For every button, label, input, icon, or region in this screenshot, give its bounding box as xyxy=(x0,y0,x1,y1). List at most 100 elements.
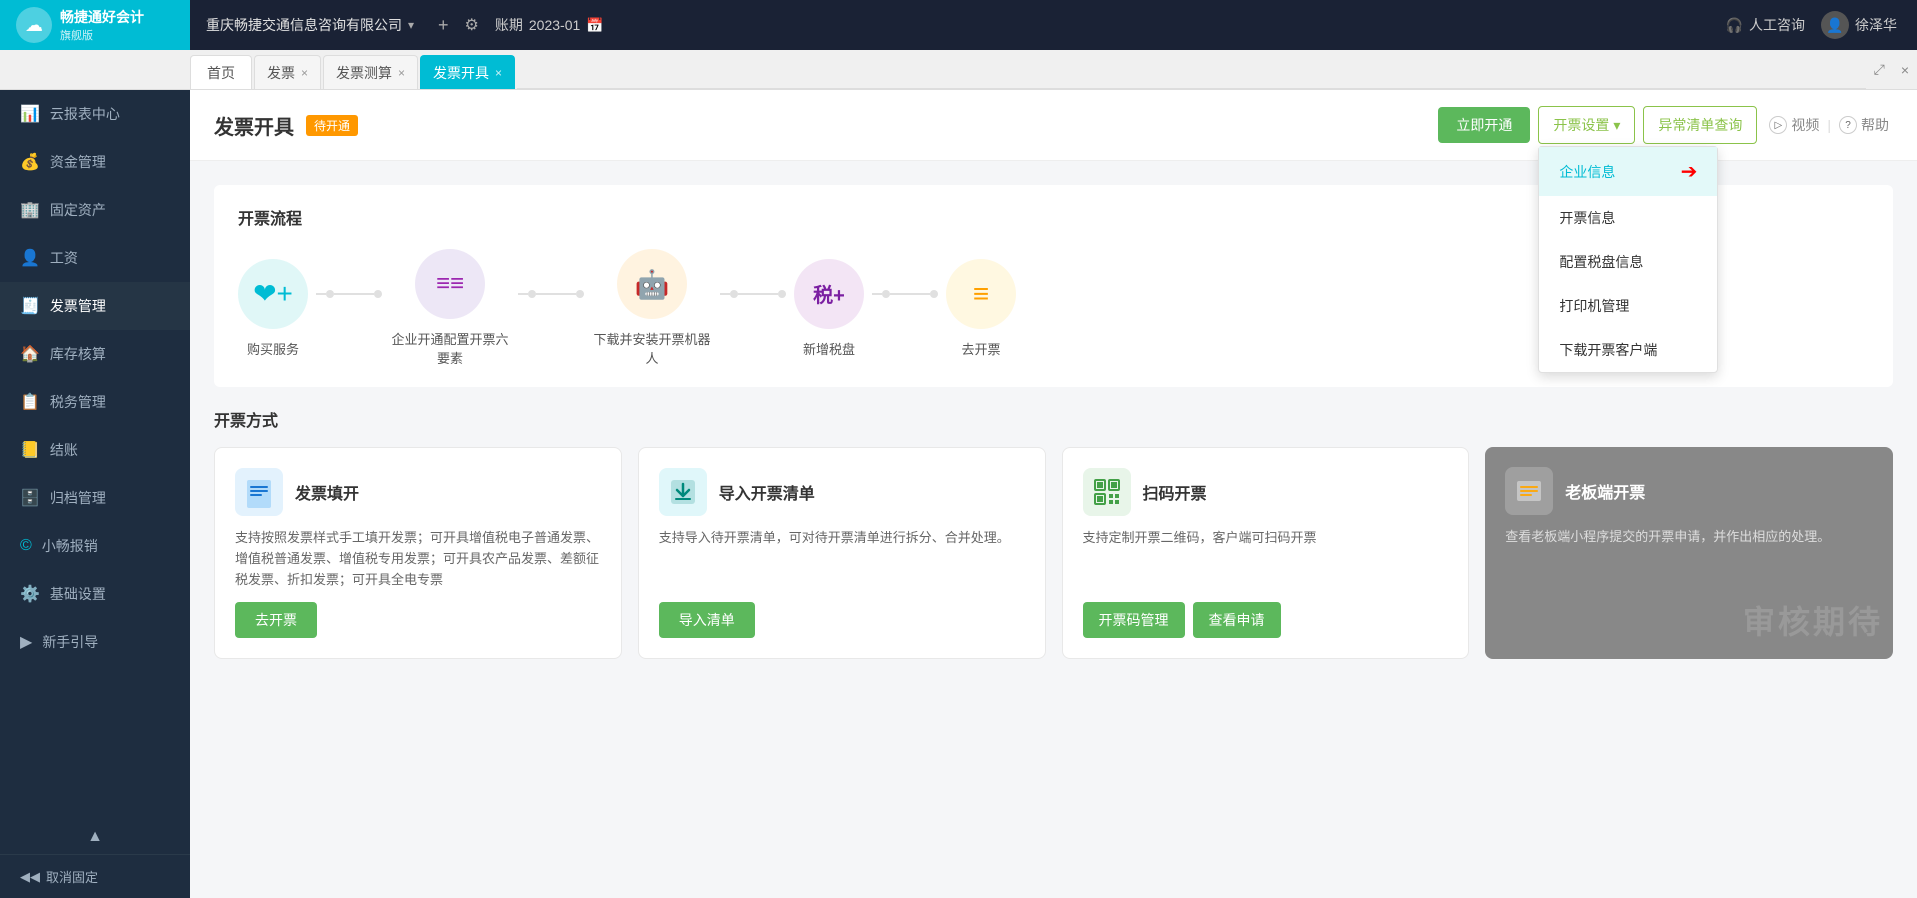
settings-icon[interactable]: ⚙ xyxy=(457,15,487,35)
scan-card-header: 扫码开票 xyxy=(1083,468,1449,516)
tab-invoice[interactable]: 发票 × xyxy=(254,55,321,89)
sidebar-item-shuiwu[interactable]: 📋 税务管理 xyxy=(0,378,190,426)
sidebar-bottom-cancel-fixed[interactable]: ◀◀ 取消固定 xyxy=(0,854,190,898)
tab-close-all-btn[interactable]: × xyxy=(1893,58,1917,82)
sidebar-item-label: 小畅报销 xyxy=(42,536,98,556)
dropdown-item-printer[interactable]: 打印机管理 xyxy=(1539,284,1717,328)
fill-card-header: 发票填开 xyxy=(235,468,601,516)
scan-card-buttons: 开票码管理 查看申请 xyxy=(1083,602,1449,638)
flow-step-3-label: 下载并安装开票机器人 xyxy=(592,329,712,367)
flow-step-4: 税+ 新增税盘 xyxy=(794,259,864,358)
sidebar-item-jichu[interactable]: ⚙️ 基础设置 xyxy=(0,570,190,618)
flow-step-4-label: 新增税盘 xyxy=(803,339,855,358)
sidebar-item-xiaochangbaoxiao[interactable]: © 小畅报销 xyxy=(0,522,190,570)
sidebar-item-zijin[interactable]: 💰 资金管理 xyxy=(0,138,190,186)
tab-calc-close[interactable]: × xyxy=(398,66,405,80)
flow-step-3-icon: 🤖 xyxy=(617,249,687,319)
help-area: ▷ 视频 | ? 帮助 xyxy=(1765,115,1893,135)
settings-button[interactable]: 开票设置 ▾ xyxy=(1538,106,1635,144)
support-btn[interactable]: 🎧 人工咨询 xyxy=(1726,15,1805,35)
sidebar-item-label: 税务管理 xyxy=(50,392,106,412)
import-card-button[interactable]: 导入清单 xyxy=(659,602,755,638)
fill-card-desc: 支持按照发票样式手工填开发票；可开具增值税电子普通发票、增值税普通发票、增值税专… xyxy=(235,528,601,590)
billing-card-scan: 扫码开票 支持定制开票二维码，客户端可扫码开票 开票码管理 查看申请 xyxy=(1062,447,1470,659)
tab-home-label: 首页 xyxy=(207,63,235,83)
import-card-header: 导入开票清单 xyxy=(659,468,1025,516)
period-area: 账期 2023-01 📅 xyxy=(487,15,612,35)
add-company-button[interactable]: + xyxy=(430,15,457,36)
dropdown-item-label: 企业信息 xyxy=(1559,162,1615,182)
page-title-area: 发票开具 待开通 xyxy=(214,111,358,140)
user-area[interactable]: 👤 徐泽华 xyxy=(1821,11,1897,39)
flow-connector-4 xyxy=(872,290,938,298)
scan-card-btn1[interactable]: 开票码管理 xyxy=(1083,602,1185,638)
tab-invoice-label: 发票 xyxy=(267,63,295,83)
help-label[interactable]: 帮助 xyxy=(1861,115,1889,135)
dropdown-item-label: 开票信息 xyxy=(1559,210,1615,226)
boss-card-icon xyxy=(1505,467,1553,515)
dropdown-item-label: 配置税盘信息 xyxy=(1559,254,1643,270)
flow-step-2: ≡≡ 企业开通配置开票六要素 xyxy=(390,249,510,367)
sidebar-scroll-up[interactable]: ▲ xyxy=(0,820,190,854)
sidebar-item-label: 资金管理 xyxy=(50,152,106,172)
tab-home[interactable]: 首页 xyxy=(190,55,252,89)
abnormal-button[interactable]: 异常清单查询 xyxy=(1643,106,1757,144)
video-label[interactable]: 视频 xyxy=(1791,115,1819,135)
billing-section-title: 开票方式 xyxy=(214,407,1893,431)
settings-chevron-icon: ▾ xyxy=(1613,117,1620,134)
dropdown-item-download[interactable]: 下载开票客户端 xyxy=(1539,328,1717,372)
sidebar-item-guidang[interactable]: 🗄️ 归档管理 xyxy=(0,474,190,522)
period-label: 账期 xyxy=(495,15,523,35)
company-selector[interactable]: 重庆畅捷交通信息咨询有限公司 ▾ xyxy=(190,15,430,35)
fill-card-button[interactable]: 去开票 xyxy=(235,602,317,638)
fapiao-icon: 🧾 xyxy=(20,296,40,316)
dropdown-item-kaipiao[interactable]: 开票信息 xyxy=(1539,196,1717,240)
sidebar-item-kucun[interactable]: 🏠 库存核算 xyxy=(0,330,190,378)
main-layout: 📊 云报表中心 💰 资金管理 🏢 固定资产 👤 工资 🧾 发票管理 🏠 库存核算… xyxy=(0,90,1917,898)
tab-issue[interactable]: 发票开具 × xyxy=(420,55,515,89)
flow-step-5-label: 去开票 xyxy=(961,339,1000,358)
sidebar-item-yunbiaobiao[interactable]: 📊 云报表中心 xyxy=(0,90,190,138)
zijin-icon: 💰 xyxy=(20,152,40,172)
logo-area: ☁ 畅捷通好会计 旗舰版 xyxy=(0,0,190,50)
sidebar-item-xinshou[interactable]: ▶ 新手引导 xyxy=(0,618,190,666)
sidebar-item-label: 结账 xyxy=(50,440,78,460)
sidebar-item-fapiao[interactable]: 🧾 发票管理 xyxy=(0,282,190,330)
sidebar-item-label: 新手引导 xyxy=(42,632,98,652)
divider: | xyxy=(1827,117,1831,133)
boss-card-title: 老板端开票 xyxy=(1565,479,1645,503)
status-badge: 待开通 xyxy=(306,115,358,136)
scan-card-btn2[interactable]: 查看申请 xyxy=(1193,602,1281,638)
cancel-fixed-label: 取消固定 xyxy=(46,867,98,886)
tab-calc[interactable]: 发票测算 × xyxy=(323,55,418,89)
boss-card-header: 老板端开票 xyxy=(1505,467,1873,515)
dropdown-item-label: 下载开票客户端 xyxy=(1559,342,1657,358)
flow-connector-2 xyxy=(518,290,584,298)
sidebar-item-label: 工资 xyxy=(50,248,78,268)
sidebar-item-gudingzichan[interactable]: 🏢 固定资产 xyxy=(0,186,190,234)
sidebar-item-label: 固定资产 xyxy=(50,200,106,220)
dropdown-item-shuipan[interactable]: 配置税盘信息 xyxy=(1539,240,1717,284)
headset-icon: 🎧 xyxy=(1726,17,1743,34)
avatar: 👤 xyxy=(1821,11,1849,39)
tab-bar: 首页 发票 × 发票测算 × 发票开具 × ⤢ × xyxy=(0,50,1917,90)
tab-invoice-close[interactable]: × xyxy=(301,66,308,80)
dropdown-item-qiyeinfo[interactable]: 企业信息 ➔ xyxy=(1539,147,1717,196)
scan-card-desc: 支持定制开票二维码，客户端可扫码开票 xyxy=(1083,528,1449,590)
top-bar: ☁ 畅捷通好会计 旗舰版 重庆畅捷交通信息咨询有限公司 ▾ + ⚙ 账期 202… xyxy=(0,0,1917,50)
video-play-icon: ▷ xyxy=(1769,116,1787,134)
billing-card-import: 导入开票清单 支持导入待开票清单，可对待开票清单进行拆分、合并处理。 导入清单 xyxy=(638,447,1046,659)
logo-text-area: 畅捷通好会计 旗舰版 xyxy=(60,7,144,43)
fill-card-title: 发票填开 xyxy=(295,480,359,504)
tab-issue-close[interactable]: × xyxy=(495,66,502,80)
sidebar-item-gongzi[interactable]: 👤 工资 xyxy=(0,234,190,282)
calendar-icon[interactable]: 📅 xyxy=(586,17,603,34)
tab-maximize-btn[interactable]: ⤢ xyxy=(1866,57,1893,82)
sidebar-item-jiezhang[interactable]: 📒 结账 xyxy=(0,426,190,474)
activate-button[interactable]: 立即开通 xyxy=(1438,107,1530,143)
help-question-icon: ? xyxy=(1839,116,1857,134)
flow-step-2-icon: ≡≡ xyxy=(415,249,485,319)
flow-connector-1 xyxy=(316,290,382,298)
tab-issue-label: 发票开具 xyxy=(433,63,489,83)
flow-step-5-icon: ≡ xyxy=(946,259,1016,329)
